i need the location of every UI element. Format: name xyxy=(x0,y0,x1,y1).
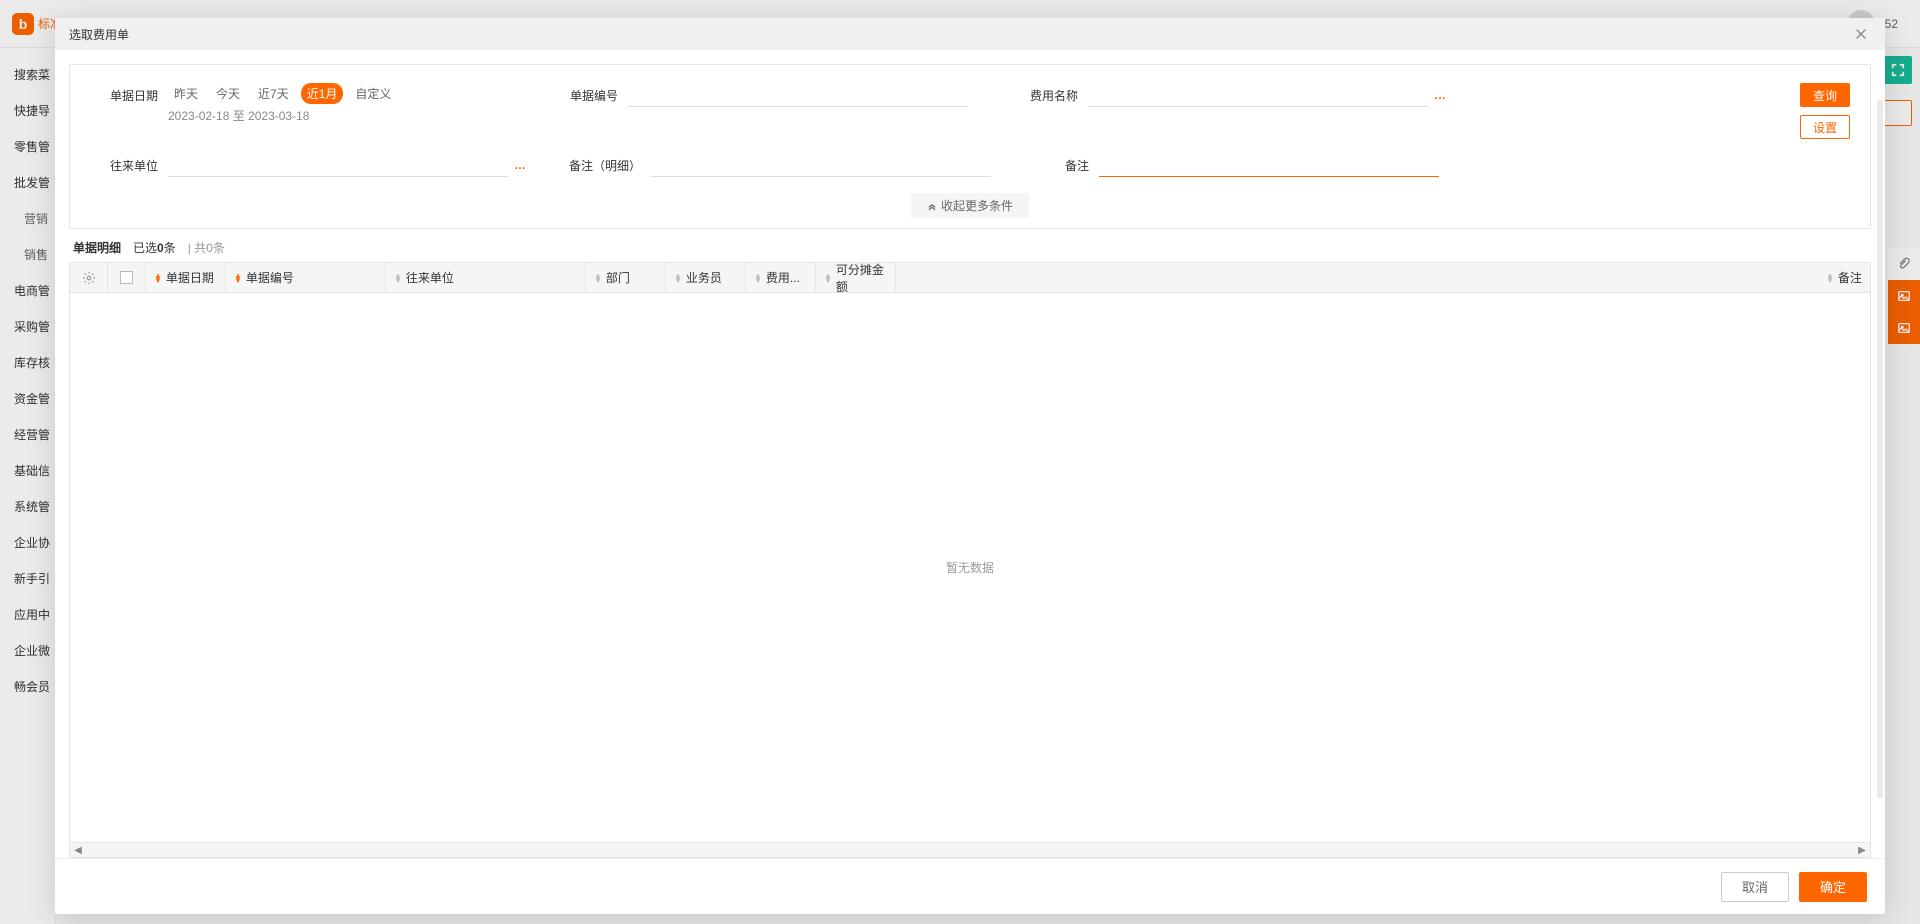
filter-fee-name-label: 费用名称 xyxy=(1010,83,1078,109)
filter-partner-label: 往来单位 xyxy=(90,153,158,179)
close-icon xyxy=(1854,27,1868,41)
modal-footer: 取消 确定 xyxy=(55,858,1885,914)
col-partner[interactable]: ▲▼ 往来单位 xyxy=(386,263,586,292)
scroll-right-icon[interactable]: ▶ xyxy=(1856,844,1868,856)
chevron-up-double-icon xyxy=(927,201,937,211)
col-amount-label: 可分摊金额 xyxy=(836,262,887,295)
settings-button[interactable]: 设置 xyxy=(1800,115,1850,139)
confirm-button[interactable]: 确定 xyxy=(1799,872,1867,902)
checkbox-icon xyxy=(120,271,133,284)
col-operator[interactable]: ▲▼ 业务员 xyxy=(666,263,746,292)
select-expense-modal: 选取费用单 单据日期 昨天 今天 近7天 近1月 自定义 xyxy=(55,18,1885,914)
filter-memo-detail: 备注（明细） xyxy=(557,153,991,179)
scroll-left-icon[interactable]: ◀ xyxy=(72,844,84,856)
column-settings-button[interactable] xyxy=(70,263,108,292)
sort-icon: ▲▼ xyxy=(594,273,602,283)
collapse-conditions-button[interactable]: 收起更多条件 xyxy=(911,193,1029,218)
filter-partner: 往来单位 … xyxy=(90,153,527,179)
date-quick-last7[interactable]: 近7天 xyxy=(252,83,295,104)
date-quick-last1m[interactable]: 近1月 xyxy=(301,83,344,104)
modal-header: 选取费用单 xyxy=(55,18,1885,50)
memo-detail-input[interactable] xyxy=(651,153,991,177)
selected-count: 已选0条 xyxy=(133,239,176,256)
collapse-conditions-label: 收起更多条件 xyxy=(941,197,1013,214)
sort-icon: ▲▼ xyxy=(394,273,402,283)
filter-memo-detail-label: 备注（明细） xyxy=(557,153,641,179)
col-memo[interactable]: ▲▼ 备注 xyxy=(896,263,1870,292)
fee-name-picker-button[interactable]: … xyxy=(1434,88,1447,102)
date-quick-custom[interactable]: 自定义 xyxy=(349,83,397,104)
modal-body: 单据日期 昨天 今天 近7天 近1月 自定义 2023-02-18 至 2023… xyxy=(55,50,1885,858)
query-button[interactable]: 查询 xyxy=(1800,83,1850,107)
gear-icon xyxy=(82,271,96,285)
filter-doc-no: 单据编号 xyxy=(550,83,980,109)
select-all-checkbox[interactable] xyxy=(108,263,146,292)
col-dept-label: 部门 xyxy=(606,269,630,286)
partner-picker-button[interactable]: … xyxy=(514,158,527,172)
filter-memo-label: 备注 xyxy=(1021,153,1089,179)
memo-input[interactable] xyxy=(1099,153,1439,177)
date-range-text: 2023-02-18 至 2023-03-18 xyxy=(168,107,520,124)
cancel-button[interactable]: 取消 xyxy=(1721,872,1789,902)
modal-close-button[interactable] xyxy=(1851,24,1871,44)
sort-icon: ▲▼ xyxy=(1826,273,1834,283)
sort-icon: ▲▼ xyxy=(824,273,832,283)
doc-no-input[interactable] xyxy=(628,83,968,107)
col-partner-label: 往来单位 xyxy=(406,269,454,286)
fee-name-input[interactable] xyxy=(1088,83,1428,107)
col-doc-date-label: 单据日期 xyxy=(166,269,214,286)
date-quick-yesterday[interactable]: 昨天 xyxy=(168,83,204,104)
detail-summary-bar: 单据明细 已选0条 | 共0条 xyxy=(69,239,1871,256)
total-count: | 共0条 xyxy=(188,239,225,256)
empty-text: 暂无数据 xyxy=(946,559,994,576)
modal-body-scrollbar[interactable] xyxy=(1877,100,1883,798)
sort-icon: ▲▼ xyxy=(754,273,762,283)
filter-doc-no-label: 单据编号 xyxy=(550,83,618,109)
col-doc-no[interactable]: ▲▼ 单据编号 xyxy=(226,263,386,292)
col-doc-date[interactable]: ▲▼ 单据日期 xyxy=(146,263,226,292)
col-fee-label: 费用... xyxy=(766,269,800,286)
table-horizontal-scrollbar[interactable]: ◀ ▶ xyxy=(70,842,1870,857)
filter-date: 单据日期 昨天 今天 近7天 近1月 自定义 2023-02-18 至 2023… xyxy=(90,83,520,124)
table-header: ▲▼ 单据日期 ▲▼ 单据编号 ▲▼ 往来单位 ▲▼ 部门 ▲▼ 业务员 xyxy=(70,263,1870,293)
sort-icon: ▲▼ xyxy=(674,273,682,283)
col-operator-label: 业务员 xyxy=(686,269,722,286)
filter-memo: 备注 xyxy=(1021,153,1439,179)
col-amount[interactable]: ▲▼ 可分摊金额 xyxy=(816,263,896,292)
detail-title: 单据明细 xyxy=(73,239,121,256)
table-body-empty: 暂无数据 xyxy=(70,293,1870,842)
col-dept[interactable]: ▲▼ 部门 xyxy=(586,263,666,292)
col-doc-no-label: 单据编号 xyxy=(246,269,294,286)
col-fee[interactable]: ▲▼ 费用... xyxy=(746,263,816,292)
filter-date-label: 单据日期 xyxy=(90,83,158,109)
sort-icon: ▲▼ xyxy=(234,273,242,283)
modal-title: 选取费用单 xyxy=(69,26,129,43)
col-memo-label: 备注 xyxy=(1838,269,1862,286)
date-quick-today[interactable]: 今天 xyxy=(210,83,246,104)
filter-panel: 单据日期 昨天 今天 近7天 近1月 自定义 2023-02-18 至 2023… xyxy=(69,64,1871,229)
partner-input[interactable] xyxy=(168,153,508,177)
results-table: ▲▼ 单据日期 ▲▼ 单据编号 ▲▼ 往来单位 ▲▼ 部门 ▲▼ 业务员 xyxy=(69,262,1871,858)
sort-icon: ▲▼ xyxy=(154,273,162,283)
filter-fee-name: 费用名称 … xyxy=(1010,83,1447,109)
